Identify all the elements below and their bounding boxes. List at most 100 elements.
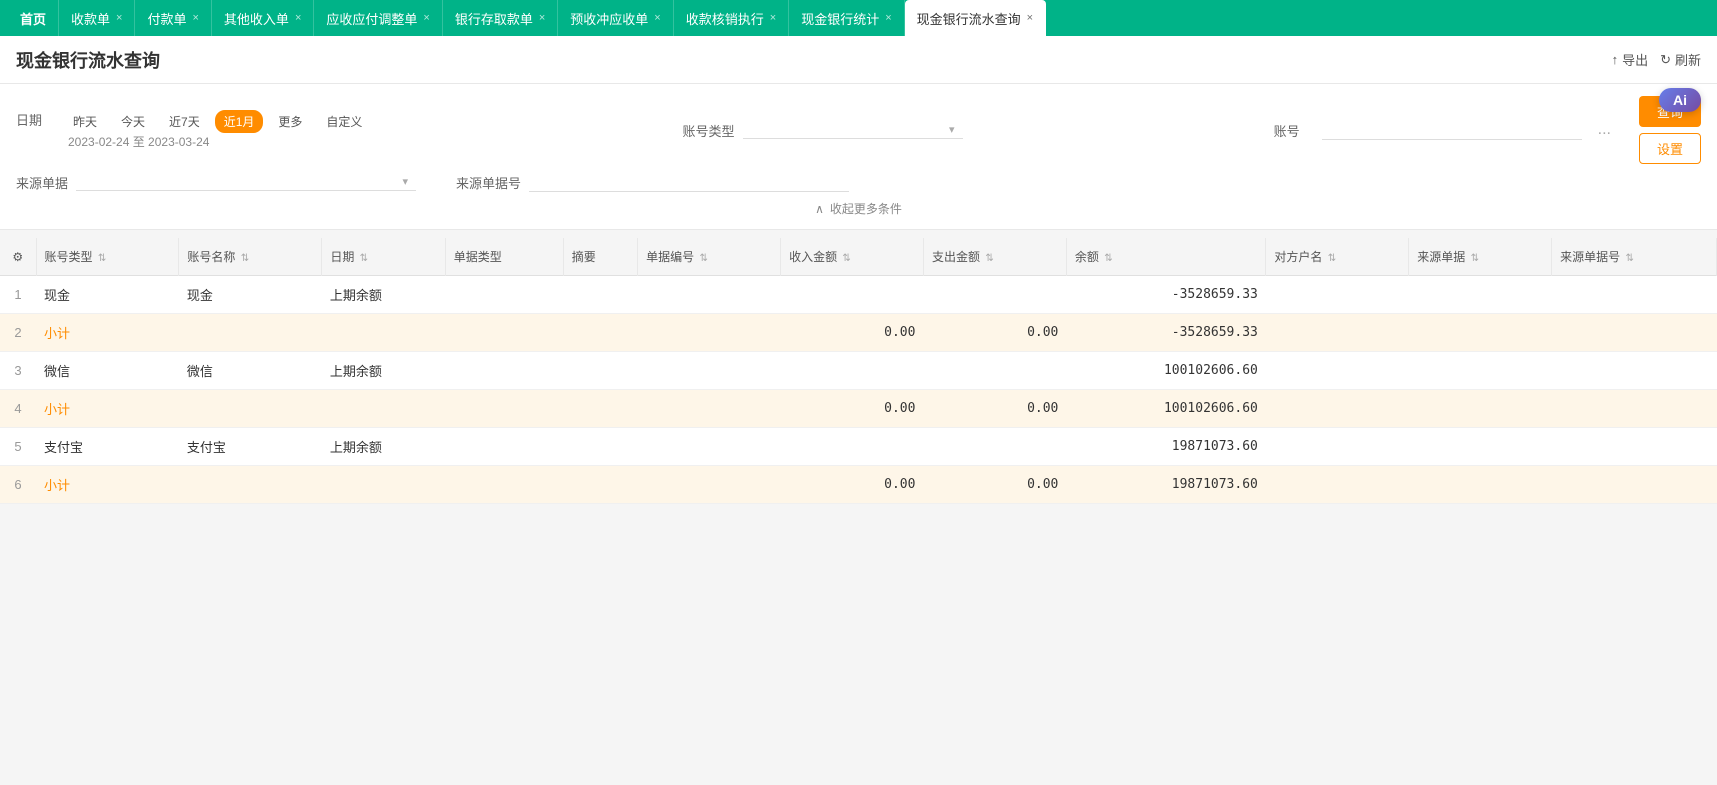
col-income[interactable]: 收入金额 ⇅ bbox=[781, 238, 924, 276]
source-doc-no-input[interactable] bbox=[529, 172, 849, 192]
refresh-button[interactable]: ↻ 刷新 bbox=[1660, 50, 1701, 69]
nav-tab-2[interactable]: 其他收入单 × bbox=[212, 0, 314, 36]
row-account-type: 小计 bbox=[36, 466, 179, 504]
nav-tab-close-7[interactable]: × bbox=[885, 12, 891, 24]
date-btn-1month[interactable]: 近1月 bbox=[215, 110, 264, 133]
col-expense-label: 支出金额 bbox=[932, 250, 980, 264]
col-date[interactable]: 日期 ⇅ bbox=[322, 238, 445, 276]
col-balance[interactable]: 余额 ⇅ bbox=[1066, 238, 1265, 276]
row-num: 5 bbox=[0, 428, 36, 466]
nav-tab-close-8[interactable]: × bbox=[1027, 12, 1033, 24]
sort-icon-9: ⇅ bbox=[1104, 253, 1112, 264]
row-source-doc bbox=[1409, 314, 1552, 352]
account-input[interactable] bbox=[1322, 120, 1582, 140]
filter-area: 日期 昨天 今天 近7天 近1月 更多 自定义 2023-02-24 至 202… bbox=[0, 84, 1717, 230]
row-summary bbox=[563, 390, 637, 428]
row-income: 0.00 bbox=[781, 314, 924, 352]
account-type-select[interactable]: ▾ bbox=[743, 121, 963, 139]
col-account-name[interactable]: 账号名称 ⇅ bbox=[179, 238, 322, 276]
date-btn-7days[interactable]: 近7天 bbox=[160, 110, 209, 133]
row-doc-no bbox=[638, 314, 781, 352]
row-expense: 0.00 bbox=[923, 390, 1066, 428]
table-container: ⚙ 账号类型 ⇅ 账号名称 ⇅ 日期 ⇅ 单据类型 摘要 bbox=[0, 238, 1717, 504]
date-btn-more[interactable]: 更多 bbox=[269, 110, 311, 133]
row-source-doc-no bbox=[1552, 390, 1717, 428]
nav-tab-3[interactable]: 应收应付调整单 × bbox=[314, 0, 442, 36]
col-account-type[interactable]: 账号类型 ⇅ bbox=[36, 238, 179, 276]
sort-icon-1: ⇅ bbox=[98, 253, 106, 264]
sort-icon-8: ⇅ bbox=[985, 253, 993, 264]
col-source-doc-no-label: 来源单据号 bbox=[1560, 250, 1620, 264]
ai-badge[interactable]: Ai bbox=[1659, 88, 1701, 112]
nav-tab-close-3[interactable]: × bbox=[423, 12, 429, 24]
nav-tab-8[interactable]: 现金银行流水查询 × bbox=[905, 0, 1046, 36]
nav-tab-4[interactable]: 银行存取款单 × bbox=[443, 0, 558, 36]
header-actions: ↑ 导出 ↻ 刷新 bbox=[1612, 50, 1701, 69]
settings-button[interactable]: 设置 bbox=[1639, 133, 1701, 164]
row-num: 1 bbox=[0, 276, 36, 314]
collapse-bar[interactable]: ∧ 收起更多条件 bbox=[16, 200, 1701, 217]
date-btn-custom[interactable]: 自定义 bbox=[317, 110, 371, 133]
row-expense bbox=[923, 276, 1066, 314]
nav-tab-close-0[interactable]: × bbox=[116, 12, 122, 24]
row-doc-no bbox=[638, 390, 781, 428]
row-account-name: 现金 bbox=[179, 276, 322, 314]
row-date bbox=[322, 390, 445, 428]
nav-tab-close-4[interactable]: × bbox=[539, 12, 545, 24]
account-dots[interactable]: ... bbox=[1598, 121, 1611, 139]
col-settings[interactable]: ⚙ bbox=[0, 238, 36, 276]
account-type-filter: 账号类型 ▾ bbox=[683, 121, 963, 140]
col-source-doc[interactable]: 来源单据 ⇅ bbox=[1409, 238, 1552, 276]
row-account-name bbox=[179, 390, 322, 428]
row-account-type: 小计 bbox=[36, 314, 179, 352]
nav-tab-close-6[interactable]: × bbox=[770, 12, 776, 24]
filter-row-1: 日期 昨天 今天 近7天 近1月 更多 自定义 2023-02-24 至 202… bbox=[16, 96, 1701, 164]
row-income: 0.00 bbox=[781, 390, 924, 428]
row-num: 3 bbox=[0, 352, 36, 390]
col-source-doc-no[interactable]: 来源单据号 ⇅ bbox=[1552, 238, 1717, 276]
col-income-label: 收入金额 bbox=[789, 250, 837, 264]
sort-icon-11: ⇅ bbox=[1471, 253, 1479, 264]
nav-home-label: 首页 bbox=[20, 9, 46, 28]
nav-tab-label-4: 银行存取款单 bbox=[455, 9, 533, 28]
date-btn-yesterday[interactable]: 昨天 bbox=[64, 110, 106, 133]
col-doc-type[interactable]: 单据类型 bbox=[445, 238, 563, 276]
row-balance: 100102606.60 bbox=[1066, 352, 1265, 390]
nav-tab-close-1[interactable]: × bbox=[192, 12, 198, 24]
nav-tab-close-2[interactable]: × bbox=[295, 12, 301, 24]
col-counterpart-label: 对方户名 bbox=[1274, 250, 1322, 264]
row-balance: 19871073.60 bbox=[1066, 466, 1265, 504]
export-button[interactable]: ↑ 导出 bbox=[1612, 50, 1649, 69]
nav-tab-7[interactable]: 现金银行统计 × bbox=[789, 0, 904, 36]
nav-tab-1[interactable]: 付款单 × bbox=[135, 0, 211, 36]
date-filter-group: 日期 昨天 今天 近7天 近1月 更多 自定义 2023-02-24 至 202… bbox=[16, 110, 371, 150]
col-summary[interactable]: 摘要 bbox=[563, 238, 637, 276]
row-source-doc-no bbox=[1552, 314, 1717, 352]
col-doc-no[interactable]: 单据编号 ⇅ bbox=[638, 238, 781, 276]
row-counterpart bbox=[1266, 390, 1409, 428]
nav-tab-6[interactable]: 收款核销执行 × bbox=[674, 0, 789, 36]
source-doc-no-filter: 来源单据号 bbox=[456, 172, 849, 192]
row-doc-type bbox=[445, 390, 563, 428]
nav-tab-close-5[interactable]: × bbox=[654, 12, 660, 24]
source-doc-select[interactable]: ▾ bbox=[76, 173, 416, 191]
nav-home[interactable]: 首页 bbox=[8, 0, 59, 36]
row-expense: 0.00 bbox=[923, 314, 1066, 352]
row-account-type: 支付宝 bbox=[36, 428, 179, 466]
row-expense: 0.00 bbox=[923, 466, 1066, 504]
col-counterpart[interactable]: 对方户名 ⇅ bbox=[1266, 238, 1409, 276]
row-account-name bbox=[179, 466, 322, 504]
nav-tab-5[interactable]: 预收冲应收单 × bbox=[558, 0, 673, 36]
nav-tab-label-1: 付款单 bbox=[147, 9, 186, 28]
row-account-name bbox=[179, 314, 322, 352]
ai-label: Ai bbox=[1673, 92, 1687, 108]
row-account-name: 微信 bbox=[179, 352, 322, 390]
col-expense[interactable]: 支出金额 ⇅ bbox=[923, 238, 1066, 276]
date-btn-today[interactable]: 今天 bbox=[112, 110, 154, 133]
page-title: 现金银行流水查询 bbox=[16, 47, 160, 73]
table-row: 5支付宝支付宝上期余额19871073.60 bbox=[0, 428, 1717, 466]
row-summary bbox=[563, 466, 637, 504]
nav-tab-0[interactable]: 收款单 × bbox=[59, 0, 135, 36]
col-doc-no-label: 单据编号 bbox=[646, 250, 694, 264]
row-account-type: 小计 bbox=[36, 390, 179, 428]
